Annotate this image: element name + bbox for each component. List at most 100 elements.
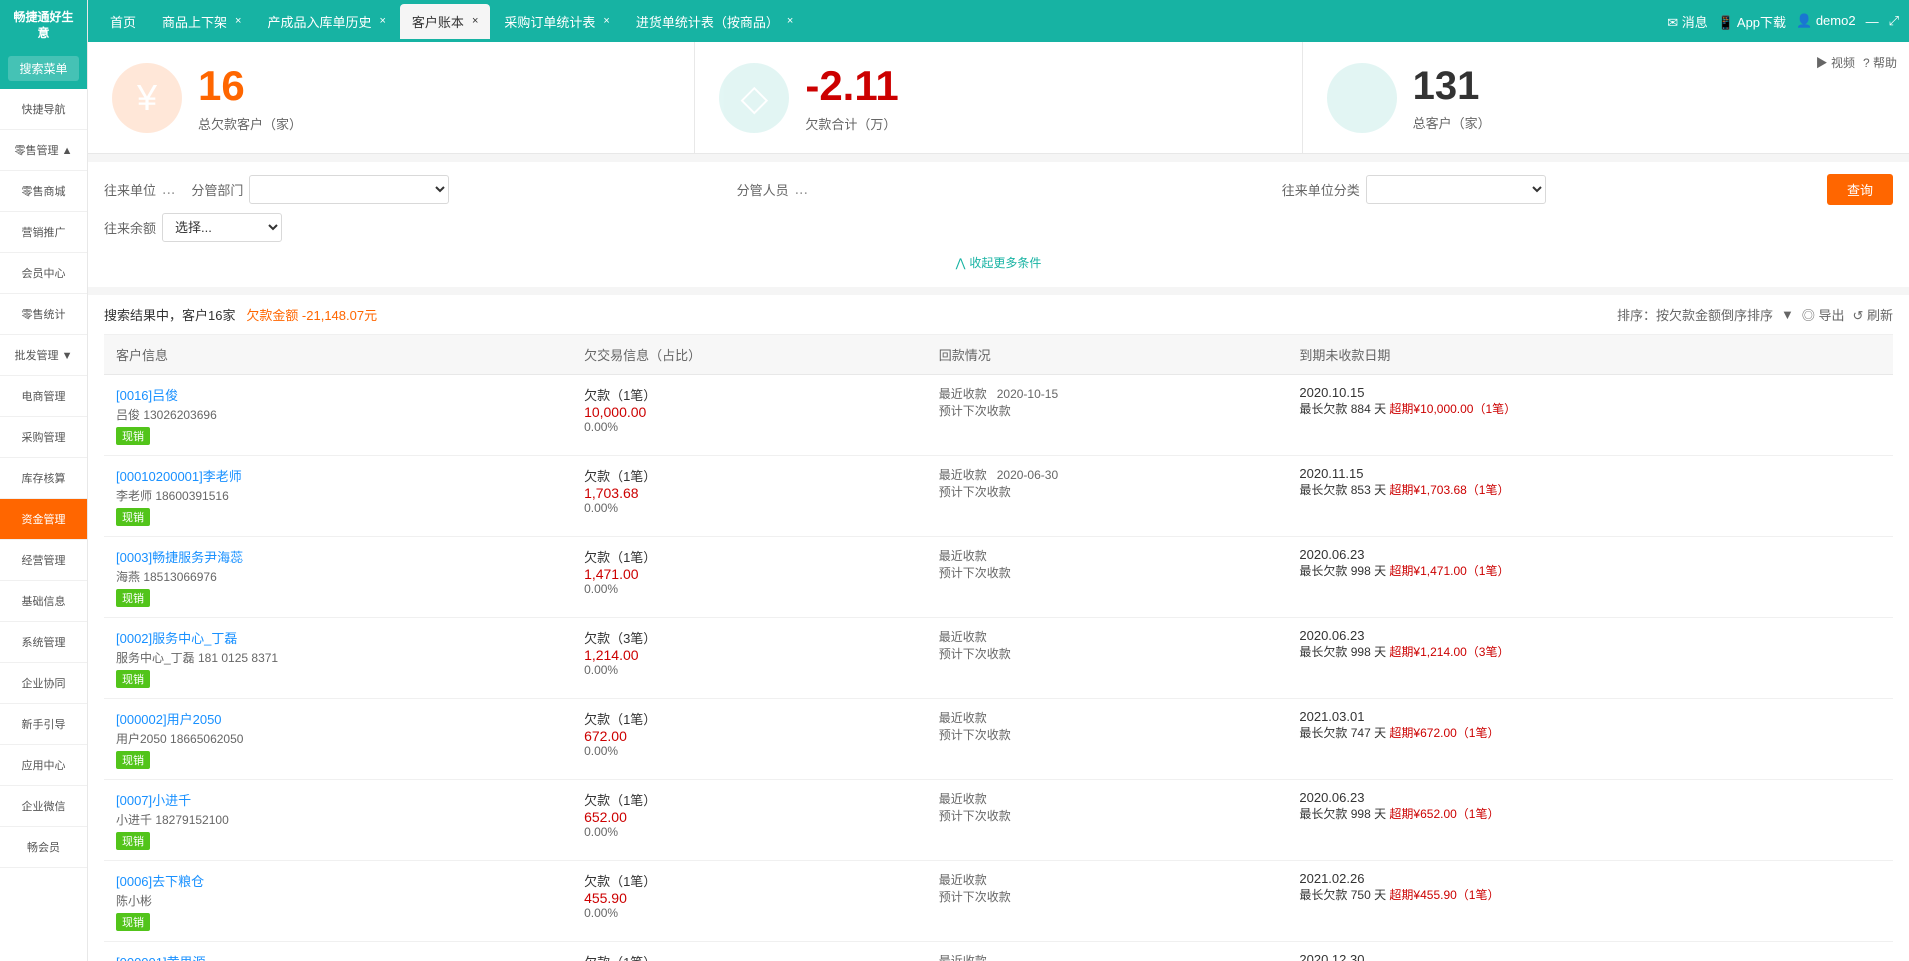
customer-name-link[interactable]: [0016]吕俊 xyxy=(116,388,178,403)
overdue-link[interactable]: 超期¥1,471.00（1笔） xyxy=(1389,564,1509,578)
collapse-label: 收起更多条件 xyxy=(969,254,1041,271)
sidebar-item-member2[interactable]: 畅会员 xyxy=(0,827,87,868)
overdue-link[interactable]: 超期¥1,703.68（1笔） xyxy=(1389,483,1509,497)
customer-name-link[interactable]: [0002]服务中心_丁磊 xyxy=(116,631,237,646)
due-date: 2020.11.15 xyxy=(1299,466,1881,481)
app-title: 畅捷通好生意 xyxy=(10,10,77,41)
customer-name-link[interactable]: [0007]小进千 xyxy=(116,793,191,808)
customer-contact: 李老师 18600391516 xyxy=(116,487,560,504)
unit-category-select[interactable] xyxy=(1366,175,1546,204)
collapse-button[interactable]: ⋀ 收起更多条件 xyxy=(104,250,1893,275)
customer-name-link[interactable]: [0003]畅捷服务尹海蕊 xyxy=(116,550,243,565)
collection-cell: 最近收款 2020-06-30 预计下次收款 xyxy=(927,456,1288,537)
message-action[interactable]: ✉ 消息 xyxy=(1667,12,1708,31)
window-max-button[interactable]: ⤢ xyxy=(1889,13,1899,29)
overdue-amount-value: -2.11 xyxy=(805,62,898,110)
help-action[interactable]: ? 帮助 xyxy=(1863,54,1897,71)
sidebar-item-batch-mgmt[interactable]: 批发管理 ▼ xyxy=(0,335,87,376)
debt-count: 欠款（1笔） xyxy=(584,790,915,809)
sidebar-item-basic[interactable]: 基础信息 xyxy=(0,581,87,622)
customer-badge: 现销 xyxy=(116,751,150,769)
sidebar-item-finance[interactable]: 资金管理 xyxy=(0,499,87,540)
col-due-date: 到期未收款日期 xyxy=(1287,335,1893,375)
collection-cell: 最近收款 预计下次收款 xyxy=(927,618,1288,699)
sidebar-item-retail-stats[interactable]: 零售统计 xyxy=(0,294,87,335)
table-row: [0006]去下粮仓 陈小彬 现销 欠款（1笔） 455.90 0.00% 最近… xyxy=(104,861,1893,942)
overdue-link[interactable]: 超期¥672.00（1笔） xyxy=(1389,726,1499,740)
sidebar-item-corp[interactable]: 企业协同 xyxy=(0,663,87,704)
customer-name-link[interactable]: [000001]黄思源 xyxy=(116,955,206,961)
customer-name-link[interactable]: [0006]去下粮仓 xyxy=(116,874,204,889)
tab-goods-shelf-close[interactable]: × xyxy=(235,15,241,27)
collection-cell: 最近收款 预计下次收款 xyxy=(927,537,1288,618)
debt-info-cell: 欠款（1笔） 455.90 0.00% xyxy=(572,861,927,942)
export-button[interactable]: ◎ 导出 xyxy=(1802,305,1845,324)
sidebar-item-member[interactable]: 会员中心 xyxy=(0,253,87,294)
sidebar-item-retail-mgmt[interactable]: 零售管理 ▲ xyxy=(0,130,87,171)
sidebar-item-apps[interactable]: 应用中心 xyxy=(0,745,87,786)
overdue-link[interactable]: 超期¥455.90（1笔） xyxy=(1389,888,1499,902)
sidebar-item-ecommerce[interactable]: 电商管理 xyxy=(0,376,87,417)
tab-customer-account[interactable]: 客户账本 × xyxy=(400,4,490,39)
user-action[interactable]: 👤 demo2 xyxy=(1796,13,1856,29)
refresh-button[interactable]: ↺ 刷新 xyxy=(1852,305,1893,324)
tab-purchase-order[interactable]: 采购订单统计表 × xyxy=(492,4,621,39)
sidebar-item-operations[interactable]: 经营管理 xyxy=(0,540,87,581)
filter-row-2: 往来余额 选择... xyxy=(104,213,1893,242)
video-action[interactable]: ▶ 视频 xyxy=(1816,54,1855,71)
tab-production-history-close[interactable]: × xyxy=(379,15,385,27)
stat-yuan-icon: ¥ xyxy=(112,63,182,133)
debt-info-cell: 欠款（1笔） 10,000.00 0.00% xyxy=(572,375,927,456)
overdue-link[interactable]: 超期¥1,214.00（3笔） xyxy=(1389,645,1509,659)
sidebar-item-quick-nav[interactable]: 快捷导航 xyxy=(0,89,87,130)
overdue-days: 最长欠款 750 天 超期¥455.90（1笔） xyxy=(1299,886,1881,903)
query-button[interactable]: 查询 xyxy=(1827,174,1893,205)
tab-purchase-stats[interactable]: 进货单统计表（按商品） × xyxy=(624,4,805,39)
overdue-days: 最长欠款 853 天 超期¥1,703.68（1笔） xyxy=(1299,481,1881,498)
tab-purchase-order-close[interactable]: × xyxy=(603,15,609,27)
dept-select[interactable] xyxy=(249,175,449,204)
overdue-link[interactable]: 超期¥10,000.00（1笔） xyxy=(1389,402,1516,416)
debt-count: 欠款（1笔） xyxy=(584,952,915,961)
tab-goods-shelf[interactable]: 商品上下架 × xyxy=(150,4,253,39)
purchase-label: 采购管理 xyxy=(22,432,66,444)
sidebar-item-marketing[interactable]: 营销推广 xyxy=(0,212,87,253)
window-min-button[interactable]: — xyxy=(1866,14,1879,29)
tab-customer-account-close[interactable]: × xyxy=(472,15,478,27)
debt-percent: 0.00% xyxy=(584,825,915,839)
last-payment: 最近收款 xyxy=(939,709,1276,726)
sidebar-item-retail-shop[interactable]: 零售商城 xyxy=(0,171,87,212)
tab-home[interactable]: 首页 xyxy=(98,4,148,39)
sort-dropdown-icon[interactable]: ▼ xyxy=(1781,307,1794,322)
customer-name-link[interactable]: [00010200001]李老师 xyxy=(116,469,242,484)
tab-production-history[interactable]: 产成品入库单历史 × xyxy=(255,4,397,39)
overdue-link[interactable]: 超期¥652.00（1笔） xyxy=(1389,807,1499,821)
debt-info-cell: 欠款（3笔） 1,214.00 0.00% xyxy=(572,618,927,699)
sidebar-item-wechat[interactable]: 企业微信 xyxy=(0,786,87,827)
last-payment: 最近收款 xyxy=(939,871,1276,888)
person-input[interactable]: ... xyxy=(795,181,808,199)
sidebar-item-purchase[interactable]: 采购管理 xyxy=(0,417,87,458)
due-date: 2020.06.23 xyxy=(1299,547,1881,562)
sidebar-item-inventory[interactable]: 库存核算 xyxy=(0,458,87,499)
customer-name-link[interactable]: [000002]用户2050 xyxy=(116,712,222,727)
table-row: [0016]吕俊 吕俊 13026203696 现销 欠款（1笔） 10,000… xyxy=(104,375,1893,456)
filter-person: 分管人员 ... xyxy=(737,180,1266,199)
customer-info-cell: [0007]小进千 小进千 18279152100 现销 xyxy=(104,780,572,861)
sidebar-item-guide[interactable]: 新手引导 xyxy=(0,704,87,745)
balance-select[interactable]: 选择... xyxy=(162,213,282,242)
search-menu-button[interactable]: 搜索菜单 xyxy=(8,56,79,81)
tab-purchase-stats-close[interactable]: × xyxy=(787,15,793,27)
overdue-days: 最长欠款 998 天 超期¥1,214.00（3笔） xyxy=(1299,643,1881,660)
customer-info-cell: [0006]去下粮仓 陈小彬 现销 xyxy=(104,861,572,942)
app-download-action[interactable]: 📱 App下载 xyxy=(1718,12,1786,31)
sidebar-item-system[interactable]: 系统管理 xyxy=(0,622,87,663)
due-date-cell: 2020.10.15 最长欠款 884 天 超期¥10,000.00（1笔） xyxy=(1287,375,1893,456)
search-result-label: 搜索结果中，客户16家 xyxy=(104,308,235,323)
from-unit-input[interactable]: ... xyxy=(162,181,175,199)
balance-label: 往来余额 xyxy=(104,218,156,237)
customer-contact: 服务中心_丁磊 181 0125 8371 xyxy=(116,649,560,666)
collection-cell: 最近收款 预计下次收款 xyxy=(927,861,1288,942)
wechat-label: 企业微信 xyxy=(22,801,66,813)
customer-contact: 海燕 18513066976 xyxy=(116,568,560,585)
